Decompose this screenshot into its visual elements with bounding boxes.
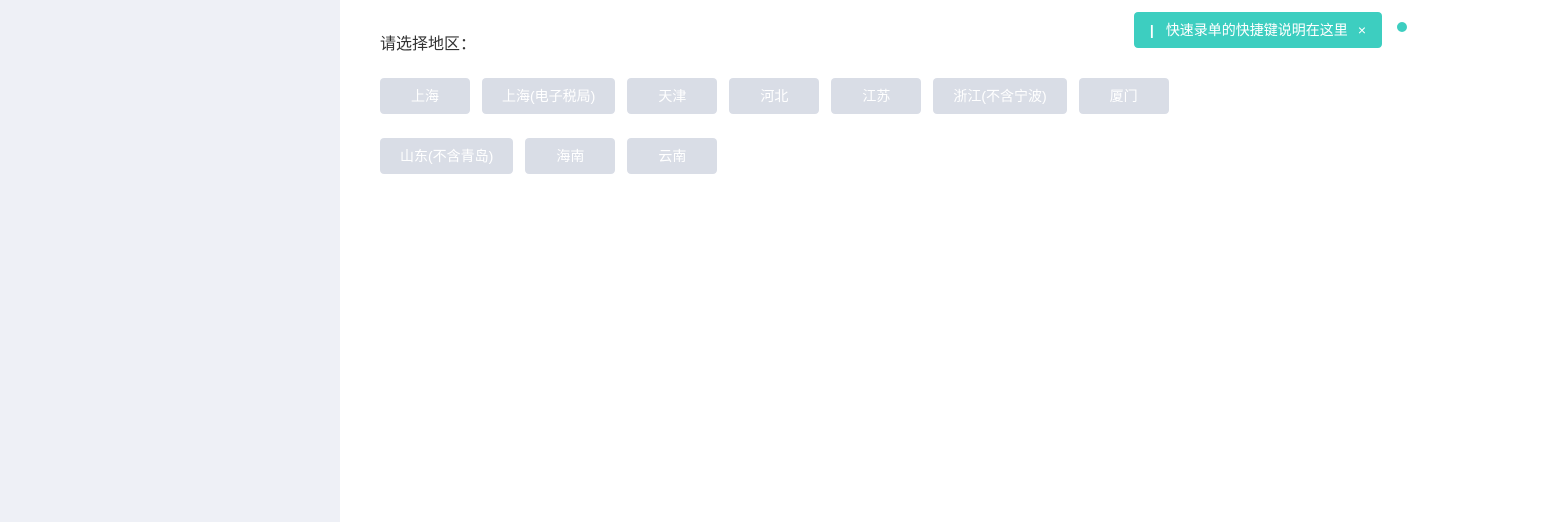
tooltip-text: 快速录单的快捷键说明在这里: [1166, 20, 1348, 40]
left-sidebar: [0, 0, 340, 522]
region-button-hainan[interactable]: 海南: [525, 138, 615, 174]
region-button-shanghai[interactable]: 上海: [380, 78, 470, 114]
tooltip-dot: [1397, 22, 1407, 32]
region-buttons-container: 上海上海(电子税局) 天津河北江苏浙江(不含宁波) 厦门山东(不含青岛) 海南云南: [380, 78, 1522, 174]
region-button-hebei[interactable]: 河北: [729, 78, 819, 114]
region-button-jiangsu[interactable]: 江苏: [831, 78, 921, 114]
main-content: 请选择地区： 上海上海(电子税局)天津河北江苏浙江(不含宁波)厦门山东(不含青岛…: [340, 0, 1562, 522]
region-button-shandong[interactable]: 山东(不含青岛): [380, 138, 513, 174]
region-button-xiamen[interactable]: 厦门: [1079, 78, 1169, 114]
region-button-tianjin[interactable]: 天津: [627, 78, 717, 114]
region-button-zhejiang[interactable]: 浙江(不含宁波): [933, 78, 1066, 114]
tooltip-banner: 快速录单的快捷键说明在这里 ×: [1134, 12, 1382, 48]
tooltip-close-button[interactable]: ×: [1358, 22, 1366, 38]
region-button-shanghai-etax[interactable]: 上海(电子税局): [482, 78, 615, 114]
region-button-yunnan[interactable]: 云南: [627, 138, 717, 174]
